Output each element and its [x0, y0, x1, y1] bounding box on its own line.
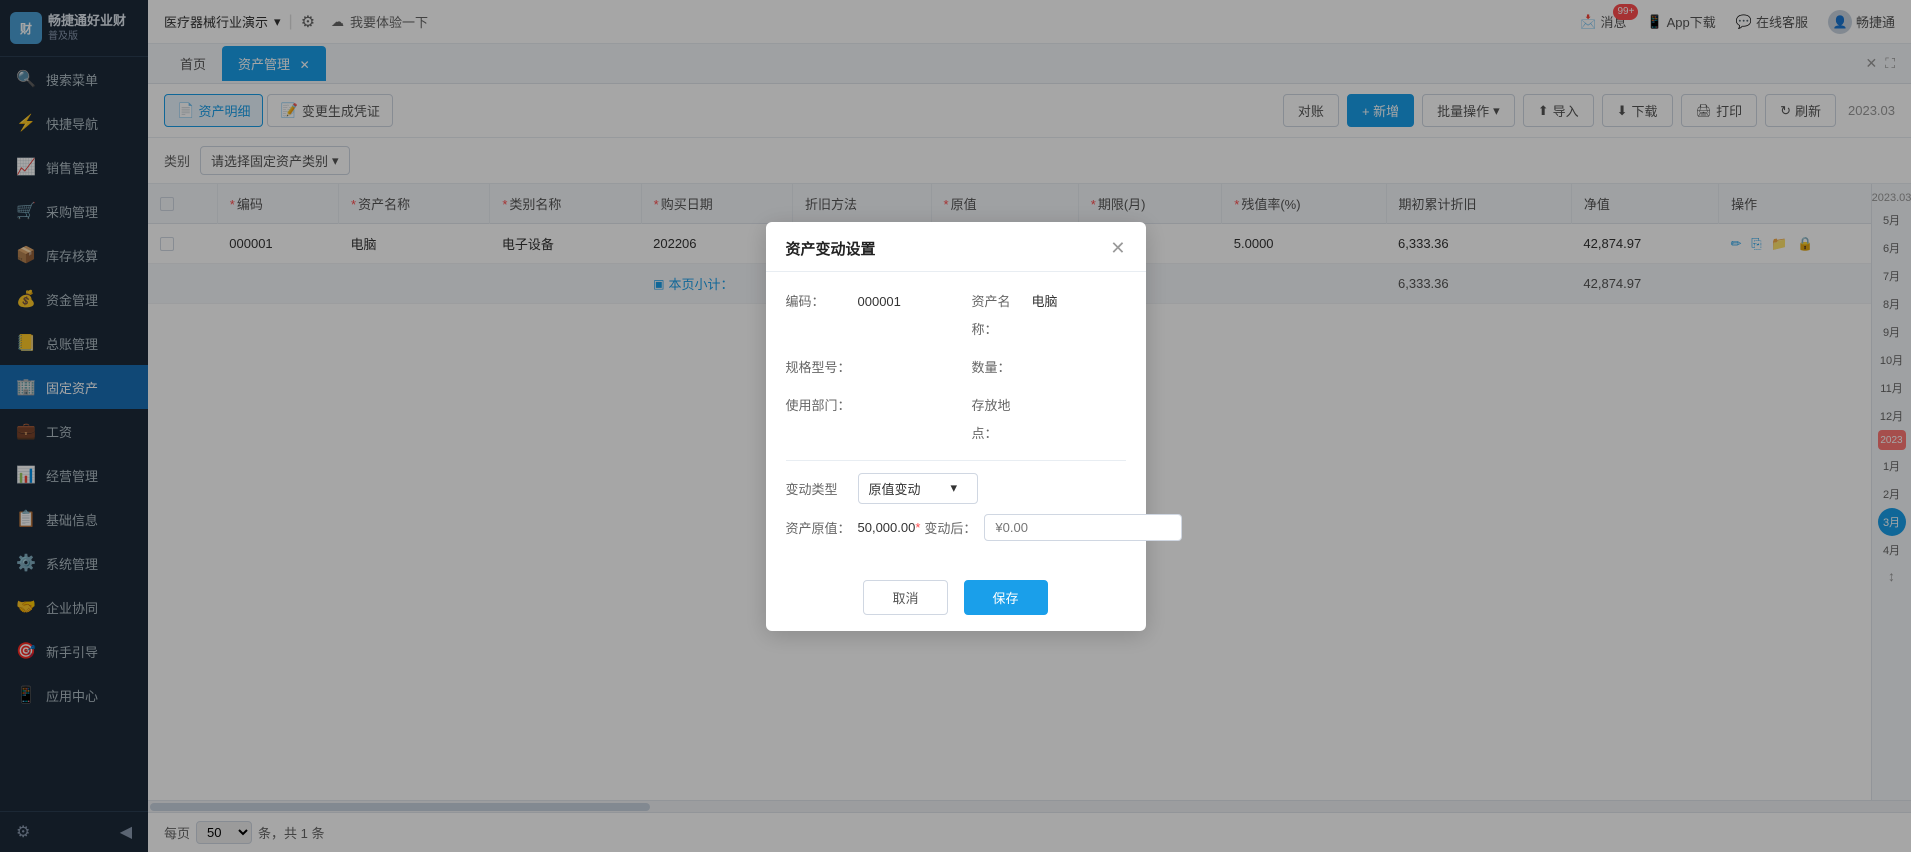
save-button[interactable]: 保存 — [964, 580, 1048, 615]
change-type-dropdown-icon: ▾ — [951, 480, 958, 496]
quantity-label: 数量： — [952, 354, 1032, 382]
asset-name-value: 电脑 — [1032, 288, 1126, 316]
location-label: 存放地点： — [952, 392, 1032, 448]
after-change-input[interactable] — [984, 514, 1182, 541]
required-star: * — [915, 520, 920, 535]
modal-divider — [786, 460, 1126, 461]
modal-row-asset-value: 资产原值： 50,000.00 * 变动后： — [786, 514, 1126, 542]
change-type-select[interactable]: 原值变动 ▾ — [858, 473, 978, 504]
modal-row-code: 编码： 000001 资产名称： 电脑 — [786, 288, 1126, 344]
change-type-value: 原值变动 — [869, 479, 921, 498]
code-value: 000001 — [858, 288, 952, 316]
asset-value-label: 资产原值： — [786, 518, 858, 537]
asset-name-label: 资产名称： — [952, 288, 1032, 344]
modal-header: 资产变动设置 ✕ — [766, 222, 1146, 272]
asset-change-modal: 资产变动设置 ✕ 编码： 000001 资产名称： 电脑 规格型号： 数量： — [766, 222, 1146, 631]
modal-close-button[interactable]: ✕ — [1110, 238, 1125, 259]
modal-row-dept: 使用部门： 存放地点： — [786, 392, 1126, 448]
modal-body: 编码： 000001 资产名称： 电脑 规格型号： 数量： 使用部门： — [766, 272, 1146, 568]
modal-row-spec: 规格型号： 数量： — [786, 354, 1126, 382]
main-area: 医疗器械行业演示 ▾ | ⚙ ☁ 我要体验一下 📩 消息 99+ 📱 App下载… — [148, 0, 1911, 852]
modal-overlay[interactable]: 资产变动设置 ✕ 编码： 000001 资产名称： 电脑 规格型号： 数量： — [148, 84, 1911, 852]
page-content: 📄 资产明细 📝 变更生成凭证 对账 + 新增 批量操作 ▾ — [148, 84, 1911, 852]
asset-value: 50,000.00 — [858, 514, 916, 542]
modal-row-change-type: 变动类型 原值变动 ▾ — [786, 473, 1126, 504]
spec-label: 规格型号： — [786, 354, 858, 382]
after-change-label: 变动后： — [924, 518, 984, 537]
change-type-label: 变动类型 — [786, 479, 858, 498]
department-label: 使用部门： — [786, 392, 858, 420]
modal-title: 资产变动设置 — [786, 238, 876, 259]
cancel-button[interactable]: 取消 — [863, 580, 947, 615]
modal-footer: 取消 保存 — [766, 568, 1146, 631]
code-label: 编码： — [786, 288, 858, 316]
